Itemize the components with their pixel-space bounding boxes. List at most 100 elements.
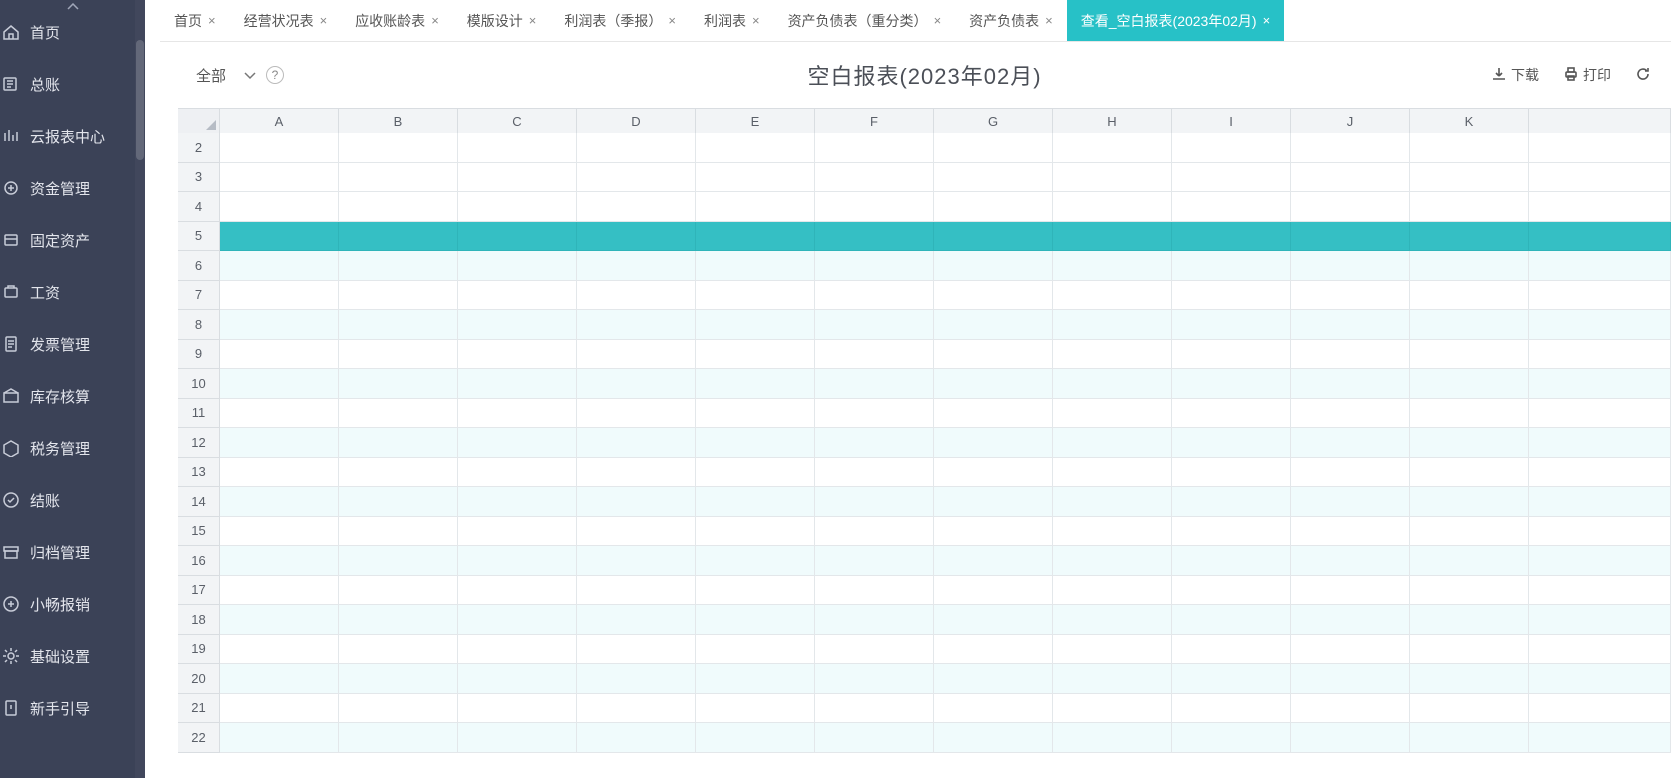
cell-J14[interactable] (1291, 487, 1410, 517)
cell-G19[interactable] (934, 635, 1053, 665)
cell-J11[interactable] (1291, 399, 1410, 429)
row-header-22[interactable]: 22 (178, 723, 220, 753)
cell-K2[interactable] (1410, 133, 1529, 163)
cell-F3[interactable] (815, 163, 934, 193)
cell-K9[interactable] (1410, 340, 1529, 370)
filter-dropdown[interactable]: 全部 ? (196, 65, 284, 86)
cell-G21[interactable] (934, 694, 1053, 724)
cell-E17[interactable] (696, 576, 815, 606)
cell-B17[interactable] (339, 576, 458, 606)
cell-J9[interactable] (1291, 340, 1410, 370)
cell-A10[interactable] (220, 369, 339, 399)
cell-K22[interactable] (1410, 723, 1529, 753)
cell-K13[interactable] (1410, 458, 1529, 488)
row-header-18[interactable]: 18 (178, 605, 220, 635)
cell-G22[interactable] (934, 723, 1053, 753)
col-header-F[interactable]: F (815, 109, 934, 133)
cell-extra-2[interactable] (1529, 133, 1671, 163)
cell-C14[interactable] (458, 487, 577, 517)
cell-K7[interactable] (1410, 281, 1529, 311)
cell-B16[interactable] (339, 546, 458, 576)
cell-G4[interactable] (934, 192, 1053, 222)
cell-C2[interactable] (458, 133, 577, 163)
cell-C8[interactable] (458, 310, 577, 340)
row-header-20[interactable]: 20 (178, 664, 220, 694)
cell-D20[interactable] (577, 664, 696, 694)
cell-I5[interactable] (1172, 222, 1291, 252)
cell-D3[interactable] (577, 163, 696, 193)
cell-B15[interactable] (339, 517, 458, 547)
cell-F16[interactable] (815, 546, 934, 576)
print-button[interactable]: 打印 (1563, 65, 1611, 85)
cell-F19[interactable] (815, 635, 934, 665)
cell-K16[interactable] (1410, 546, 1529, 576)
cell-B5[interactable] (339, 222, 458, 252)
cell-extra-6[interactable] (1529, 251, 1671, 281)
cell-J21[interactable] (1291, 694, 1410, 724)
cell-F8[interactable] (815, 310, 934, 340)
cell-F10[interactable] (815, 369, 934, 399)
cell-D15[interactable] (577, 517, 696, 547)
cell-F20[interactable] (815, 664, 934, 694)
cell-E7[interactable] (696, 281, 815, 311)
cell-extra-21[interactable] (1529, 694, 1671, 724)
tab-0[interactable]: 首页× (160, 0, 230, 41)
cell-C7[interactable] (458, 281, 577, 311)
cell-extra-16[interactable] (1529, 546, 1671, 576)
row-header-5[interactable]: 5 (178, 222, 220, 252)
cell-extra-20[interactable] (1529, 664, 1671, 694)
cell-F17[interactable] (815, 576, 934, 606)
cell-E11[interactable] (696, 399, 815, 429)
cell-D9[interactable] (577, 340, 696, 370)
sidebar-item-settings[interactable]: 基础设置 (0, 630, 145, 682)
cell-D16[interactable] (577, 546, 696, 576)
cell-extra-11[interactable] (1529, 399, 1671, 429)
cell-J2[interactable] (1291, 133, 1410, 163)
cell-extra-17[interactable] (1529, 576, 1671, 606)
cell-B19[interactable] (339, 635, 458, 665)
cell-J13[interactable] (1291, 458, 1410, 488)
cell-K18[interactable] (1410, 605, 1529, 635)
cell-G3[interactable] (934, 163, 1053, 193)
cell-B4[interactable] (339, 192, 458, 222)
cell-C9[interactable] (458, 340, 577, 370)
row-header-9[interactable]: 9 (178, 340, 220, 370)
row-header-3[interactable]: 3 (178, 163, 220, 193)
sidebar-item-inventory[interactable]: 库存核算 (0, 370, 145, 422)
cell-J17[interactable] (1291, 576, 1410, 606)
cell-extra-15[interactable] (1529, 517, 1671, 547)
cell-A7[interactable] (220, 281, 339, 311)
cell-B3[interactable] (339, 163, 458, 193)
cell-D18[interactable] (577, 605, 696, 635)
cell-E12[interactable] (696, 428, 815, 458)
cell-D8[interactable] (577, 310, 696, 340)
cell-E2[interactable] (696, 133, 815, 163)
cell-extra-7[interactable] (1529, 281, 1671, 311)
cell-E20[interactable] (696, 664, 815, 694)
select-all-corner[interactable] (178, 109, 220, 133)
cell-C20[interactable] (458, 664, 577, 694)
cell-C15[interactable] (458, 517, 577, 547)
refresh-icon[interactable] (1635, 66, 1651, 85)
cell-K19[interactable] (1410, 635, 1529, 665)
cell-I10[interactable] (1172, 369, 1291, 399)
close-icon[interactable]: × (320, 13, 328, 28)
cell-B11[interactable] (339, 399, 458, 429)
tab-2[interactable]: 应收账龄表× (341, 0, 453, 41)
cell-D10[interactable] (577, 369, 696, 399)
cell-H13[interactable] (1053, 458, 1172, 488)
cell-H10[interactable] (1053, 369, 1172, 399)
cell-extra-22[interactable] (1529, 723, 1671, 753)
cell-A18[interactable] (220, 605, 339, 635)
col-header-extra[interactable] (1529, 109, 1671, 133)
cell-F4[interactable] (815, 192, 934, 222)
cell-H2[interactable] (1053, 133, 1172, 163)
cell-C6[interactable] (458, 251, 577, 281)
sidebar-item-close[interactable]: 结账 (0, 474, 145, 526)
cell-A22[interactable] (220, 723, 339, 753)
cell-B7[interactable] (339, 281, 458, 311)
cell-I6[interactable] (1172, 251, 1291, 281)
cell-G16[interactable] (934, 546, 1053, 576)
cell-G11[interactable] (934, 399, 1053, 429)
cell-F12[interactable] (815, 428, 934, 458)
